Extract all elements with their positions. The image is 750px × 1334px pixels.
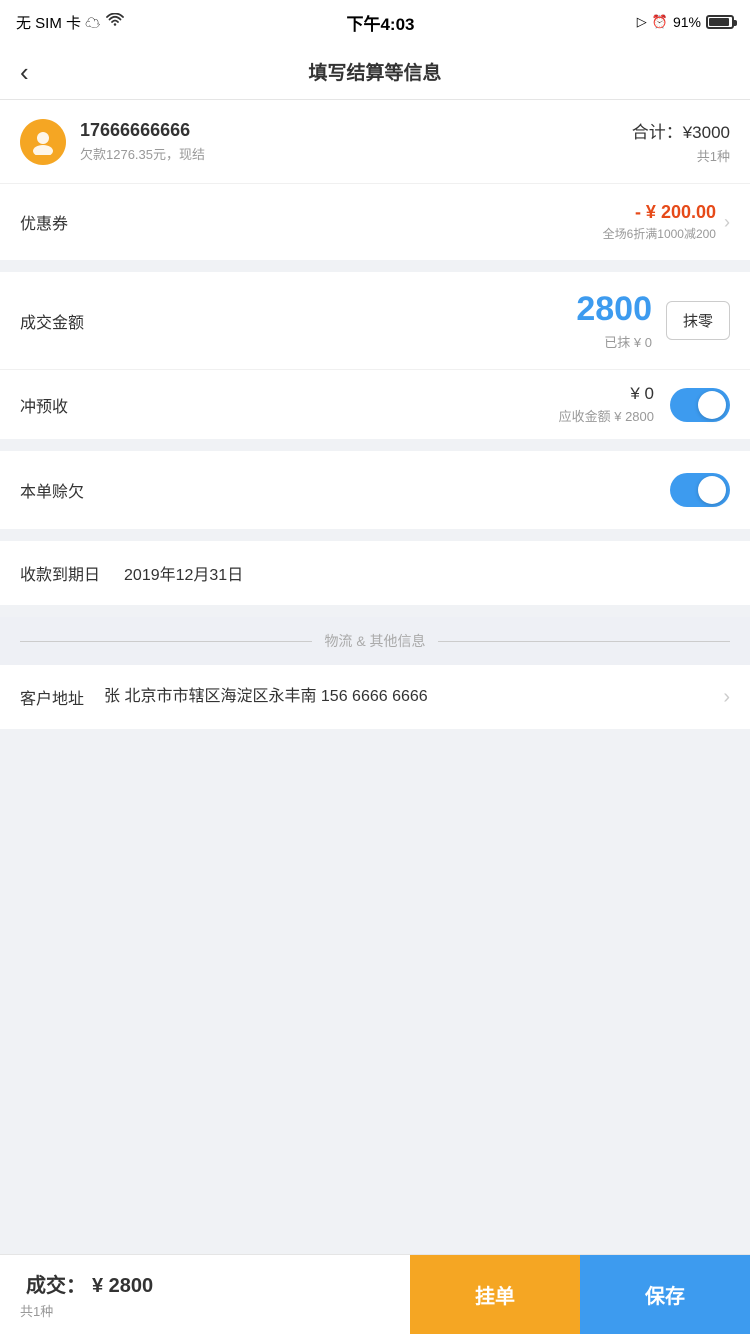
coupon-desc: 全场6折满1000减200	[603, 225, 716, 242]
flush-amount: ¥ 0	[559, 384, 654, 404]
address-value: 张 北京市市辖区海淀区永丰南 156 6666 6666	[104, 685, 715, 709]
bottom-spacer	[0, 841, 750, 921]
alarm-icon: ⏰	[652, 14, 668, 30]
flush-row: 冲预收 ¥ 0 应收金额 ¥ 2800	[0, 369, 750, 439]
battery-icon	[706, 15, 734, 29]
credit-label: 本单赊欠	[20, 478, 84, 502]
amount-section: 成交金额 2800 已抹 ¥ 0 抹零 冲预收 ¥ 0 应收金额 ¥ 2800	[0, 272, 750, 439]
deal-amount-row: 成交金额 2800 已抹 ¥ 0 抹零	[0, 272, 750, 369]
chevron-right-icon: ›	[724, 212, 730, 233]
deal-label: 成交金额	[20, 309, 84, 333]
address-chevron-icon: ›	[723, 686, 730, 709]
coupon-row[interactable]: 优惠券 - ¥ 200.00 全场6折满1000减200 ›	[0, 183, 750, 260]
no-sim-label: 无 SIM 卡 ☁	[16, 12, 100, 33]
coupon-amount: - ¥ 200.00	[603, 202, 716, 223]
deal-right: 2800 已抹 ¥ 0 抹零	[576, 290, 730, 351]
page-title: 填写结算等信息	[308, 58, 441, 85]
status-time: 下午4:03	[346, 10, 414, 35]
avatar	[20, 119, 66, 165]
status-left: 无 SIM 卡 ☁	[16, 12, 124, 33]
gray-spacer	[0, 741, 750, 841]
flush-label: 冲预收	[20, 393, 68, 417]
deal-erased: 已抹 ¥ 0	[576, 332, 652, 351]
flush-right: ¥ 0 应收金额 ¥ 2800	[559, 384, 730, 425]
bottom-deal-label: 成交：	[26, 1275, 86, 1297]
coupon-right: - ¥ 200.00 全场6折满1000减200 ›	[603, 202, 730, 242]
deal-value-block: 2800 已抹 ¥ 0	[576, 290, 652, 351]
flush-value-block: ¥ 0 应收金额 ¥ 2800	[559, 384, 654, 425]
coupon-label: 优惠券	[20, 210, 68, 234]
flush-toggle[interactable]	[670, 388, 730, 422]
status-bar: 无 SIM 卡 ☁ 下午4:03 ▷ ⏰ 91%	[0, 0, 750, 44]
customer-right: 合计：¥3000 共1种	[632, 118, 730, 165]
address-section[interactable]: 客户地址 张 北京市市辖区海淀区永丰南 156 6666 6666 ›	[0, 665, 750, 729]
customer-section: 17666666666 欠款1276.35元，现结 合计：¥3000 共1种 优…	[0, 100, 750, 260]
nav-bar: ‹ 填写结算等信息	[0, 44, 750, 100]
back-button[interactable]: ‹	[20, 59, 29, 85]
wifi-icon	[106, 13, 124, 31]
credit-toggle[interactable]	[670, 473, 730, 507]
due-date-label: 收款到期日	[20, 561, 100, 585]
credit-section: 本单赊欠	[0, 451, 750, 529]
battery-percent: 91%	[673, 14, 701, 30]
bottom-bar: 成交： ¥ 2800 共1种 挂单 保存	[0, 1254, 750, 1334]
address-label: 客户地址	[20, 685, 84, 709]
deal-value: 2800	[576, 290, 652, 329]
divider-section: 物流 & 其他信息	[0, 617, 750, 665]
bottom-count: 共1种	[20, 1301, 390, 1320]
divider-line-right	[438, 641, 730, 642]
flush-sub: 应收金额 ¥ 2800	[559, 406, 654, 425]
save-button[interactable]: 保存	[580, 1255, 750, 1334]
divider-text: 物流 & 其他信息	[324, 631, 425, 651]
customer-row: 17666666666 欠款1276.35元，现结 合计：¥3000 共1种	[0, 100, 750, 183]
round-off-button[interactable]: 抹零	[666, 301, 730, 340]
bottom-deal: 成交： ¥ 2800	[20, 1269, 390, 1298]
due-date-section: 收款到期日 2019年12月31日	[0, 541, 750, 605]
customer-info: 17666666666 欠款1276.35元，现结	[80, 120, 205, 163]
divider-line-left	[20, 641, 312, 642]
coupon-value: - ¥ 200.00 全场6折满1000减200	[603, 202, 716, 242]
bottom-deal-value: ¥ 2800	[92, 1275, 153, 1297]
bottom-info: 成交： ¥ 2800 共1种	[0, 1269, 410, 1320]
location-icon: ▷	[637, 14, 647, 30]
customer-phone: 17666666666	[80, 120, 205, 141]
status-right: ▷ ⏰ 91%	[637, 14, 734, 30]
pending-button[interactable]: 挂单	[410, 1255, 580, 1334]
customer-left: 17666666666 欠款1276.35元，现结	[20, 119, 205, 165]
due-date-value: 2019年12月31日	[124, 561, 243, 585]
customer-total: 合计：¥3000	[632, 118, 730, 143]
customer-sub: 欠款1276.35元，现结	[80, 144, 205, 163]
customer-count: 共1种	[632, 146, 730, 165]
